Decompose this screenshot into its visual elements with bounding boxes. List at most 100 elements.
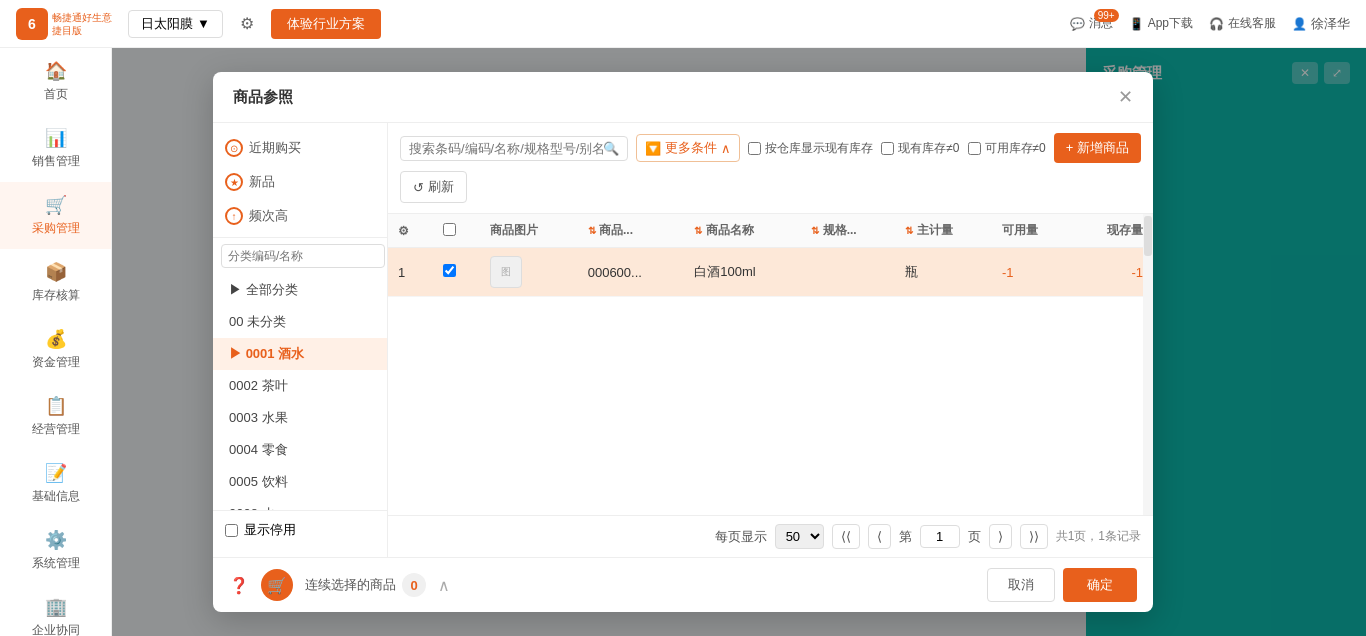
nav-dropdown[interactable]: 日太阳膜 ▼ bbox=[128, 10, 223, 38]
category-snack[interactable]: 0004 零食 bbox=[213, 434, 387, 466]
modal-sidebar-footer: 显示停用 bbox=[213, 510, 387, 549]
more-filter-btn[interactable]: 🔽 更多条件 ∧ bbox=[636, 134, 740, 162]
table-body: 1 图 000600... 白酒100ml 瓶 bbox=[388, 248, 1153, 297]
headset-icon: 🎧 bbox=[1209, 17, 1224, 31]
category-unclassified[interactable]: 00 未分类 bbox=[213, 306, 387, 338]
table-header: ⚙ 商品图片 ⇅ 商品... bbox=[388, 214, 1153, 248]
avatar: 👤 bbox=[1292, 17, 1307, 31]
category-fruit[interactable]: 0003 水果 bbox=[213, 402, 387, 434]
content-area: 采购管理 ✕ ⤢ 查询 设置 商品参照 ✕ bbox=[112, 48, 1366, 636]
available-stock-filter[interactable]: 可用库存≠0 bbox=[968, 140, 1046, 157]
row-code: 000600... bbox=[578, 248, 685, 297]
settings-icon[interactable]: ⚙ bbox=[231, 8, 263, 40]
finance-icon: 💰 bbox=[45, 328, 67, 350]
col-unit[interactable]: ⇅ 主计量 bbox=[895, 214, 992, 248]
sidebar-recent[interactable]: ⊙ 近期购买 bbox=[213, 131, 387, 165]
phone-icon: 📱 bbox=[1129, 17, 1144, 31]
modal-body: ⊙ 近期购买 ★ 新品 ↑ 频次高 🔍 bbox=[213, 123, 1153, 557]
current-stock-checkbox[interactable] bbox=[881, 142, 894, 155]
table-scrollbar[interactable] bbox=[1143, 214, 1153, 515]
add-product-btn[interactable]: + 新增商品 bbox=[1054, 133, 1141, 163]
modal-title: 商品参照 bbox=[233, 88, 293, 107]
product-image: 图 bbox=[490, 256, 522, 288]
search-icon[interactable]: 🔍 bbox=[603, 141, 619, 156]
confirm-btn[interactable]: 确定 bbox=[1063, 568, 1137, 602]
product-reference-modal: 商品参照 ✕ ⊙ 近期购买 ★ 新品 bbox=[213, 72, 1153, 612]
message-icon: 💬 bbox=[1070, 17, 1085, 31]
cart-text: 连续选择的商品 0 bbox=[305, 573, 426, 597]
table-row[interactable]: 1 图 000600... 白酒100ml 瓶 bbox=[388, 248, 1153, 297]
sidebar-frequent[interactable]: ↑ 频次高 bbox=[213, 199, 387, 233]
col-checkbox[interactable] bbox=[433, 214, 480, 248]
col-name[interactable]: ⇅ 商品名称 bbox=[684, 214, 801, 248]
last-page-btn[interactable]: ⟩⟩ bbox=[1020, 524, 1048, 549]
sidebar-item-finance[interactable]: 💰 资金管理 bbox=[0, 316, 111, 383]
category-water[interactable]: 0008 水 bbox=[213, 498, 387, 510]
category-list: ▶ 全部分类 00 未分类 ▶ 0001 酒水 0002 茶叶 bbox=[213, 274, 387, 510]
row-image: 图 bbox=[480, 248, 578, 297]
sidebar-item-sales[interactable]: 📊 销售管理 bbox=[0, 115, 111, 182]
category-liquor[interactable]: ▶ 0001 酒水 bbox=[213, 338, 387, 370]
purchase-icon: 🛒 bbox=[45, 194, 67, 216]
cart-count: 0 bbox=[402, 573, 426, 597]
frequent-icon: ↑ bbox=[225, 207, 243, 225]
show-disabled-checkbox[interactable] bbox=[225, 524, 238, 537]
page-size-select[interactable]: 50 bbox=[775, 524, 824, 549]
prev-page-btn[interactable]: ⟨ bbox=[868, 524, 891, 549]
modal-close-btn[interactable]: ✕ bbox=[1118, 86, 1133, 108]
recent-icon: ⊙ bbox=[225, 139, 243, 157]
col-code[interactable]: ⇅ 商品... bbox=[578, 214, 685, 248]
sidebar-new[interactable]: ★ 新品 bbox=[213, 165, 387, 199]
row-select-checkbox[interactable] bbox=[443, 264, 456, 277]
modal-header: 商品参照 ✕ bbox=[213, 72, 1153, 123]
row-seq: 1 bbox=[388, 248, 433, 297]
first-page-btn[interactable]: ⟨⟨ bbox=[832, 524, 860, 549]
logo-text: 畅捷通好生意 捷目版 bbox=[52, 11, 112, 37]
col-settings[interactable]: ⚙ bbox=[388, 214, 433, 248]
category-search-input[interactable] bbox=[221, 244, 385, 268]
sidebar-item-enterprise[interactable]: 🏢 企业协同 bbox=[0, 584, 111, 636]
messages-btn[interactable]: 💬 消息 99+ bbox=[1070, 15, 1113, 32]
category-all[interactable]: ▶ 全部分类 bbox=[213, 274, 387, 306]
topbar: 6 畅捷通好生意 捷目版 日太阳膜 ▼ ⚙ 体验行业方案 💬 消息 99+ 📱 … bbox=[0, 0, 1366, 48]
sidebar-item-home[interactable]: 🏠 首页 bbox=[0, 48, 111, 115]
sidebar-item-inventory[interactable]: 📦 库存核算 bbox=[0, 249, 111, 316]
page-info: 共1页，1条记录 bbox=[1056, 528, 1141, 545]
online-service-btn[interactable]: 🎧 在线客服 bbox=[1209, 15, 1276, 32]
app-download-btn[interactable]: 📱 App下载 bbox=[1129, 15, 1193, 32]
sort-icon: ⇅ bbox=[905, 225, 913, 236]
sidebar-item-system[interactable]: ⚙️ 系统管理 bbox=[0, 517, 111, 584]
sidebar-item-operations[interactable]: 📋 经营管理 bbox=[0, 383, 111, 450]
cancel-btn[interactable]: 取消 bbox=[987, 568, 1055, 602]
current-stock-filter[interactable]: 现有库存≠0 bbox=[881, 140, 959, 157]
available-stock-checkbox[interactable] bbox=[968, 142, 981, 155]
page-number-input[interactable] bbox=[920, 525, 960, 548]
chevron-up-icon: ∧ bbox=[721, 141, 731, 156]
row-available: -1 bbox=[992, 248, 1072, 297]
product-search-input[interactable] bbox=[409, 141, 603, 156]
row-unit: 瓶 bbox=[895, 248, 992, 297]
cart-icon[interactable]: 🛒 bbox=[261, 569, 293, 601]
basic-info-icon: 📝 bbox=[45, 462, 67, 484]
select-all-checkbox[interactable] bbox=[443, 223, 456, 236]
warehouse-stock-filter[interactable]: 按仓库显示现有库存 bbox=[748, 140, 873, 157]
col-spec[interactable]: ⇅ 规格... bbox=[801, 214, 895, 248]
sidebar-item-purchase[interactable]: 🛒 采购管理 bbox=[0, 182, 111, 249]
scrollbar-thumb bbox=[1144, 216, 1152, 256]
sidebar: 🏠 首页 📊 销售管理 🛒 采购管理 📦 库存核算 💰 资金管理 📋 经营管理 … bbox=[0, 48, 112, 636]
help-icon[interactable]: ❓ bbox=[229, 576, 249, 595]
topbar-nav: 日太阳膜 ▼ ⚙ 体验行业方案 bbox=[128, 8, 1070, 40]
modal-pagination: 每页显示 50 ⟨⟨ ⟨ 第 页 ⟩ ⟩⟩ 共1页，1条记录 bbox=[388, 515, 1153, 557]
collapse-icon[interactable]: ∧ bbox=[438, 576, 450, 595]
modal-sidebar: ⊙ 近期购买 ★ 新品 ↑ 频次高 🔍 bbox=[213, 123, 388, 557]
user-menu[interactable]: 👤 徐泽华 bbox=[1292, 15, 1350, 33]
user-name: 徐泽华 bbox=[1311, 15, 1350, 33]
trial-btn[interactable]: 体验行业方案 bbox=[271, 9, 381, 39]
next-page-btn[interactable]: ⟩ bbox=[989, 524, 1012, 549]
warehouse-stock-checkbox[interactable] bbox=[748, 142, 761, 155]
category-beverage[interactable]: 0005 饮料 bbox=[213, 466, 387, 498]
sidebar-item-basic-info[interactable]: 📝 基础信息 bbox=[0, 450, 111, 517]
refresh-btn[interactable]: ↺ 刷新 bbox=[400, 171, 467, 203]
category-tea[interactable]: 0002 茶叶 bbox=[213, 370, 387, 402]
row-checkbox[interactable] bbox=[433, 248, 480, 297]
